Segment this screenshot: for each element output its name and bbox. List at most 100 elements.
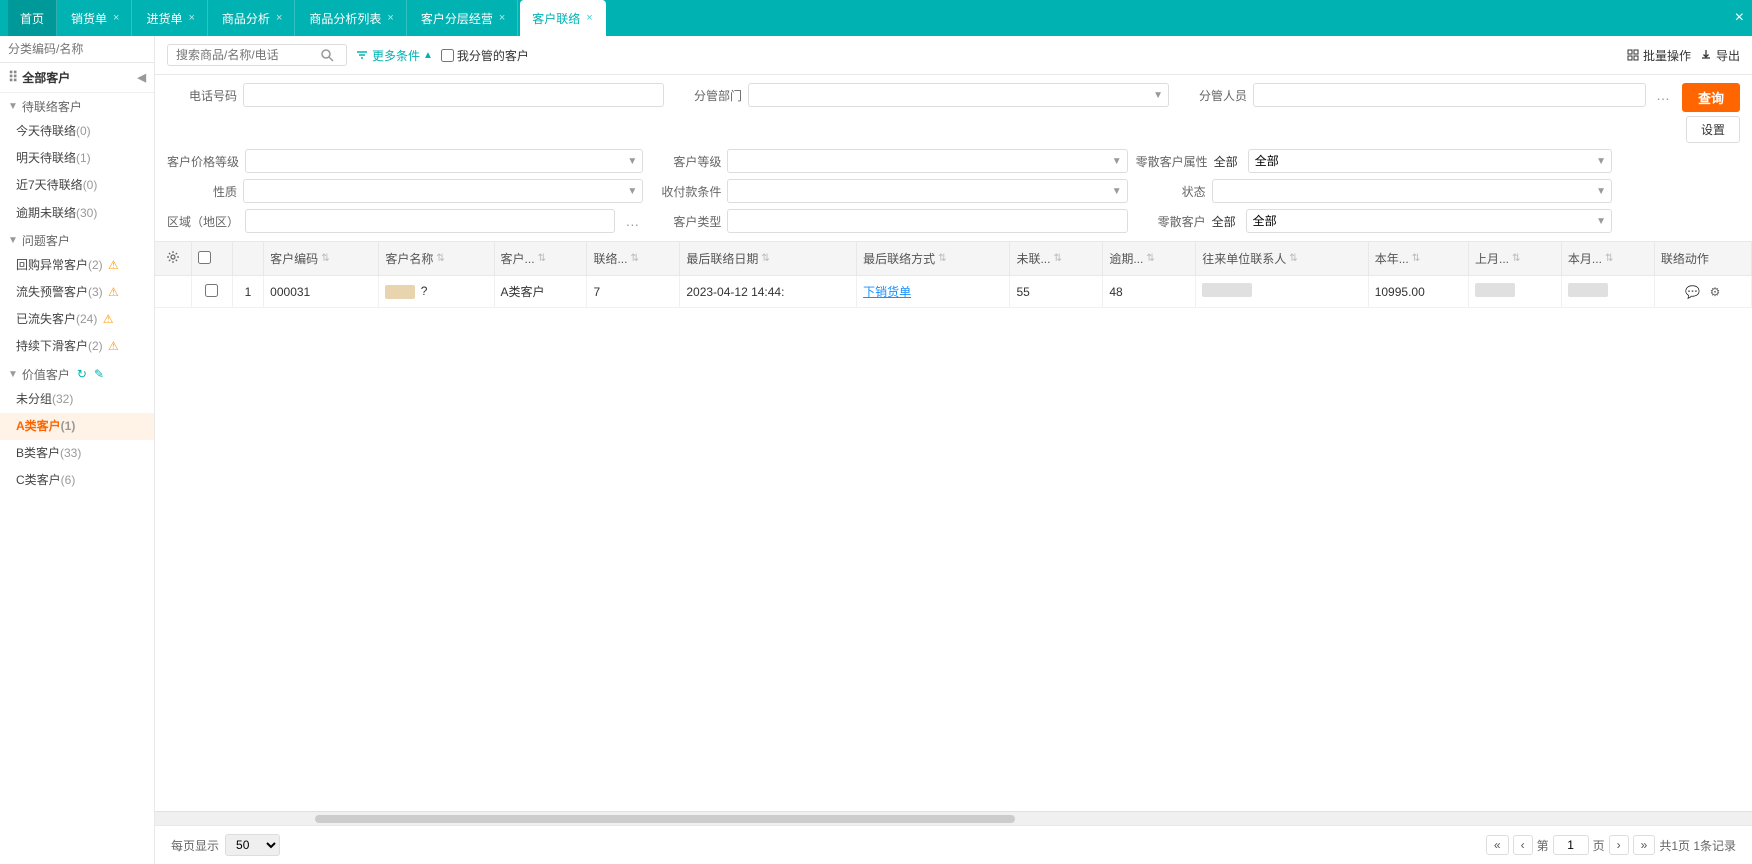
nav-tab-customer-tier[interactable]: 客户分层经营 × bbox=[409, 0, 518, 36]
th-code[interactable]: 客户编码⇅ bbox=[264, 242, 379, 276]
sidebar-all-customers-label: 全部客户 bbox=[22, 69, 70, 86]
filter-my-customers: 我分管的客户 bbox=[441, 47, 529, 64]
nav-tab-sales-close[interactable]: × bbox=[113, 12, 119, 24]
sidebar-value-group: ▼ 价值客户 ↻ ✎ bbox=[0, 361, 154, 386]
first-page-button[interactable]: « bbox=[1486, 835, 1509, 855]
select-cust-type[interactable] bbox=[727, 209, 1127, 233]
nav-tab-product-analysis-list-close[interactable]: × bbox=[387, 12, 393, 24]
th-code-label: 客户编码 bbox=[270, 250, 318, 267]
sidebar-item-tomorrow[interactable]: 明天待联络(1) bbox=[0, 145, 154, 172]
input-region[interactable] bbox=[245, 209, 615, 233]
this-month-placeholder bbox=[1568, 283, 1608, 297]
td-checkbox-cell[interactable] bbox=[191, 276, 232, 308]
td-last-contact-date: 2023-04-12 14:44: bbox=[680, 276, 857, 308]
sidebar-item-today[interactable]: 今天待联络(0) bbox=[0, 118, 154, 145]
nav-tab-customer-contact[interactable]: 客户联络 × bbox=[520, 0, 605, 36]
nav-tab-customer-tier-close[interactable]: × bbox=[499, 12, 505, 24]
th-unit-contact[interactable]: 往来单位联系人⇅ bbox=[1196, 242, 1368, 276]
th-this-month[interactable]: 本月...⇅ bbox=[1561, 242, 1654, 276]
sidebar-search-input[interactable] bbox=[8, 42, 155, 56]
settings-button[interactable]: 设置 bbox=[1686, 116, 1740, 143]
nav-tab-sales[interactable]: 销货单 × bbox=[59, 0, 132, 36]
select-sparse-cust[interactable]: 全部 bbox=[1246, 209, 1612, 233]
input-phone[interactable] bbox=[243, 83, 664, 107]
filter-search-input[interactable] bbox=[176, 48, 316, 62]
th-overdue[interactable]: 逾期...⇅ bbox=[1103, 242, 1196, 276]
td-action[interactable]: 💬 ⚙ bbox=[1654, 276, 1751, 308]
th-last-contact-date-label: 最后联络日期 bbox=[686, 250, 758, 267]
sidebar-item-churned[interactable]: 已流失客户(24) ⚠ bbox=[0, 306, 154, 333]
th-last-contact-date[interactable]: 最后联络日期⇅ bbox=[680, 242, 857, 276]
sidebar-item-7days[interactable]: 近7天待联络(0) bbox=[0, 172, 154, 199]
scrollbar-thumb[interactable] bbox=[315, 815, 1015, 823]
nav-tab-product-analysis-list[interactable]: 商品分析列表 × bbox=[297, 0, 406, 36]
page-size-select[interactable]: 50 100 200 bbox=[225, 834, 280, 856]
horizontal-scrollbar[interactable] bbox=[155, 811, 1752, 825]
th-cust-type[interactable]: 客户...⇅ bbox=[494, 242, 587, 276]
select-cust-level[interactable] bbox=[727, 149, 1127, 173]
th-last-month[interactable]: 上月...⇅ bbox=[1469, 242, 1562, 276]
select-payment-terms[interactable] bbox=[727, 179, 1127, 203]
nav-tab-product-analysis-close[interactable]: × bbox=[276, 12, 282, 24]
sidebar-item-c-class[interactable]: C类客户(6) bbox=[0, 467, 154, 494]
nav-close-all-button[interactable]: × bbox=[1735, 9, 1744, 27]
sidebar-collapse-btn[interactable]: ◀ bbox=[138, 71, 146, 84]
th-this-year[interactable]: 本年...⇅ bbox=[1368, 242, 1468, 276]
nav-tab-product-analysis[interactable]: 商品分析 × bbox=[210, 0, 295, 36]
select-status[interactable] bbox=[1212, 179, 1612, 203]
sidebar-item-declining[interactable]: 持续下滑客户(2) ⚠ bbox=[0, 333, 154, 360]
sidebar-item-repurchase-abnormal[interactable]: 回购异常客户(2) ⚠ bbox=[0, 252, 154, 279]
last-contact-method-link[interactable]: 下销货单 bbox=[863, 285, 911, 299]
select-dept[interactable] bbox=[748, 83, 1169, 107]
nav-tab-purchase[interactable]: 进货单 × bbox=[134, 0, 207, 36]
value-group-refresh-icon[interactable]: ↻ bbox=[77, 367, 87, 381]
th-checkbox[interactable] bbox=[191, 242, 232, 276]
action-chat-icon[interactable]: 💬 bbox=[1685, 285, 1700, 299]
td-name[interactable]: ? bbox=[379, 276, 494, 308]
td-name-text: ? bbox=[421, 284, 428, 298]
sidebar-pending-arrow[interactable]: ▼ bbox=[8, 101, 18, 112]
row-checkbox[interactable] bbox=[205, 284, 218, 297]
th-last-contact-method[interactable]: 最后联络方式⇅ bbox=[857, 242, 1010, 276]
filter-more-conditions[interactable]: 更多条件 ▲ bbox=[355, 47, 433, 64]
sidebar-item-a-class[interactable]: A类客户(1) bbox=[0, 413, 154, 440]
sidebar-problem-arrow[interactable]: ▼ bbox=[8, 235, 18, 246]
th-this-year-label: 本年... bbox=[1375, 250, 1409, 267]
label-payment-terms: 收付款条件 bbox=[651, 183, 721, 200]
nav-tab-customer-contact-close[interactable]: × bbox=[586, 12, 592, 24]
batch-ops-button[interactable]: 批量操作 bbox=[1626, 47, 1691, 64]
my-customers-checkbox[interactable] bbox=[441, 49, 454, 62]
sidebar-search-area bbox=[0, 36, 154, 63]
nav-tab-home[interactable]: 首页 bbox=[8, 0, 57, 36]
query-btn-group: 查询 设置 bbox=[1682, 83, 1740, 143]
td-code[interactable]: 000031 bbox=[264, 276, 379, 308]
export-button[interactable]: 导出 bbox=[1699, 47, 1740, 64]
sidebar-item-churn-warning[interactable]: 流失预警客户(3) ⚠ bbox=[0, 279, 154, 306]
page-number-input[interactable] bbox=[1553, 835, 1589, 855]
action-qr-icon[interactable]: ⚙ bbox=[1710, 285, 1721, 299]
prev-page-button[interactable]: ‹ bbox=[1513, 835, 1533, 855]
sidebar-item-overdue[interactable]: 逾期未联络(30) bbox=[0, 200, 154, 227]
select-all-checkbox[interactable] bbox=[198, 251, 211, 264]
th-overdue-label: 逾期... bbox=[1109, 250, 1143, 267]
th-name[interactable]: 客户名称⇅ bbox=[379, 242, 494, 276]
sidebar-item-b-class[interactable]: B类客户(33) bbox=[0, 440, 154, 467]
manager-more-icon[interactable]: … bbox=[1652, 87, 1674, 103]
label-nature: 性质 bbox=[167, 183, 237, 200]
th-gear[interactable] bbox=[155, 242, 191, 276]
th-no-contact[interactable]: 未联...⇅ bbox=[1010, 242, 1103, 276]
last-page-button[interactable]: » bbox=[1633, 835, 1656, 855]
next-page-button[interactable]: › bbox=[1609, 835, 1629, 855]
select-price-level[interactable] bbox=[245, 149, 643, 173]
region-more-icon[interactable]: … bbox=[621, 213, 643, 229]
query-button[interactable]: 查询 bbox=[1682, 83, 1740, 112]
th-contact-count[interactable]: 联络...⇅ bbox=[587, 242, 680, 276]
value-group-edit-icon[interactable]: ✎ bbox=[94, 367, 104, 381]
select-sparse-attr[interactable]: 全部 bbox=[1248, 149, 1612, 173]
select-nature[interactable] bbox=[243, 179, 643, 203]
td-last-contact-method[interactable]: 下销货单 bbox=[857, 276, 1010, 308]
input-manager[interactable] bbox=[1253, 83, 1646, 107]
sidebar-item-unclassified[interactable]: 未分组(32) bbox=[0, 386, 154, 413]
sidebar-value-arrow[interactable]: ▼ bbox=[8, 369, 18, 380]
nav-tab-purchase-close[interactable]: × bbox=[188, 12, 194, 24]
